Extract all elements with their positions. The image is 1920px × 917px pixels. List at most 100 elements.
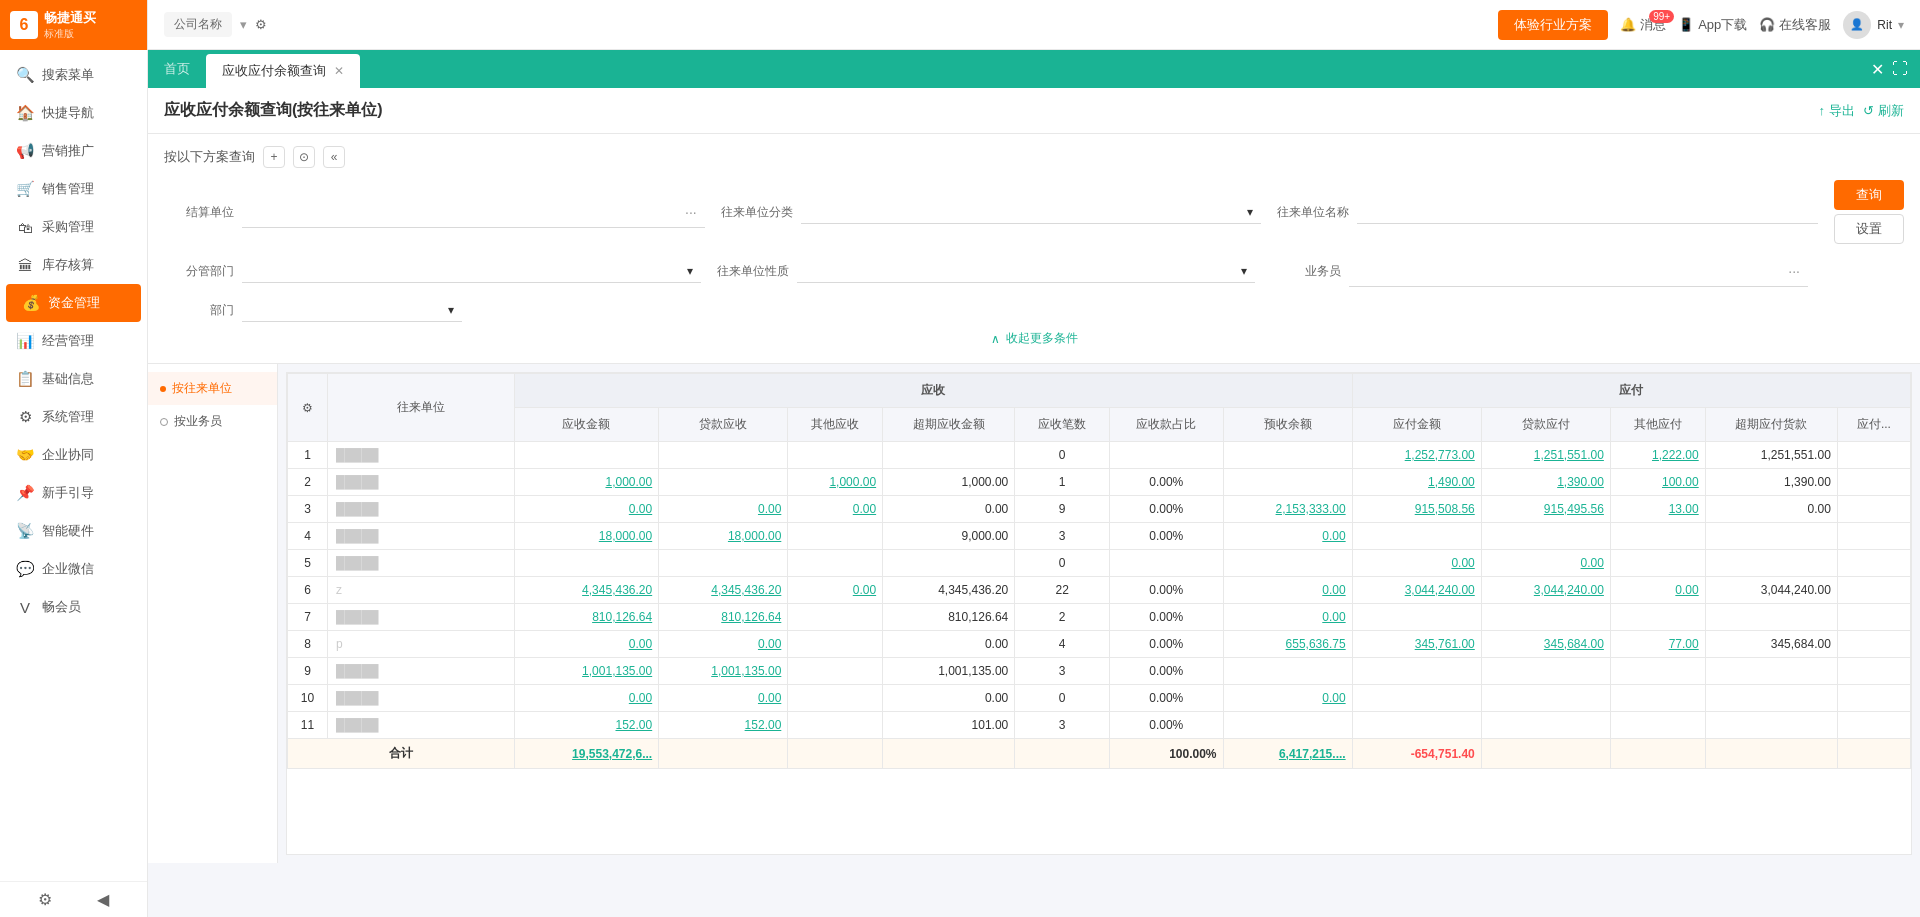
- total-ar-amount[interactable]: 19,553,472,6...: [514, 739, 659, 769]
- row-ap-loan[interactable]: 345,684.00: [1481, 631, 1610, 658]
- row-advance[interactable]: 2,153,333.00: [1223, 496, 1352, 523]
- tab-maximize-btn[interactable]: ⛶: [1892, 60, 1908, 78]
- row-ar-amount[interactable]: 0.00: [514, 496, 659, 523]
- collapse-more-btn[interactable]: ∧ 收起更多条件: [164, 322, 1904, 351]
- filter-add-btn[interactable]: +: [263, 146, 285, 168]
- unit-nature-select[interactable]: ▾: [797, 260, 1254, 283]
- row-ap-other[interactable]: 13.00: [1610, 496, 1705, 523]
- query-btn[interactable]: 查询: [1834, 180, 1904, 210]
- table-row: 10 █████ 0.00 0.00 0.00 0 0.00% 0.00: [288, 685, 1911, 712]
- row-ap-loan[interactable]: 3,044,240.00: [1481, 577, 1610, 604]
- table-settings-icon[interactable]: ⚙: [302, 401, 313, 415]
- sidebar-item-shortcut[interactable]: 🏠快捷导航: [0, 94, 147, 132]
- sidebar-item-vip[interactable]: V畅会员: [0, 588, 147, 626]
- total-advance[interactable]: 6,417,215....: [1223, 739, 1352, 769]
- row-ap-loan[interactable]: 0.00: [1481, 550, 1610, 577]
- settlement-unit-input[interactable]: [250, 201, 685, 223]
- app-download-btn[interactable]: 📱 App下载: [1678, 16, 1747, 34]
- settings-btn[interactable]: 设置: [1834, 214, 1904, 244]
- breadcrumb-arrow[interactable]: ▾: [240, 17, 247, 32]
- row-advance[interactable]: 0.00: [1223, 604, 1352, 631]
- filter-circle-btn[interactable]: ⊙: [293, 146, 315, 168]
- sidebar-item-finance[interactable]: 💰资金管理: [6, 284, 141, 322]
- sidebar-item-enterprise[interactable]: 🤝企业协同: [0, 436, 147, 474]
- row-ar-loan[interactable]: 18,000.00: [659, 523, 788, 550]
- sidebar-nav: 🔍搜索菜单🏠快捷导航📢营销推广🛒销售管理🛍采购管理🏛库存核算💰资金管理📊经营管理…: [0, 50, 147, 881]
- online-service-btn[interactable]: 🎧 在线客服: [1759, 16, 1831, 34]
- sidebar-item-warehouse[interactable]: 🏛库存核算: [0, 246, 147, 284]
- row-ar-other[interactable]: 1,000.00: [788, 469, 883, 496]
- row-ar-loan[interactable]: 152.00: [659, 712, 788, 739]
- row-ar-amount[interactable]: 4,345,436.20: [514, 577, 659, 604]
- row-ar-loan[interactable]: 810,126.64: [659, 604, 788, 631]
- row-ar-loan[interactable]: 0.00: [659, 685, 788, 712]
- row-ap-amount[interactable]: 345,761.00: [1352, 631, 1481, 658]
- row-ar-amount[interactable]: 1,001,135.00: [514, 658, 659, 685]
- row-ar-loan[interactable]: 1,001,135.00: [659, 658, 788, 685]
- dept-select[interactable]: ▾: [242, 260, 701, 283]
- row-advance[interactable]: 0.00: [1223, 523, 1352, 550]
- row-ar-loan[interactable]: 0.00: [659, 631, 788, 658]
- sidebar-item-search[interactable]: 🔍搜索菜单: [0, 56, 147, 94]
- row-ar-loan[interactable]: 0.00: [659, 496, 788, 523]
- th-settings[interactable]: ⚙: [288, 374, 328, 442]
- row-ap-other[interactable]: 0.00: [1610, 577, 1705, 604]
- row-ap-amount[interactable]: 0.00: [1352, 550, 1481, 577]
- th-ar-loan: 贷款应收: [659, 408, 788, 442]
- industry-solution-btn[interactable]: 体验行业方案: [1498, 10, 1608, 40]
- sidebar-item-marketing[interactable]: 📢营销推广: [0, 132, 147, 170]
- sidebar-item-operation[interactable]: 📊经营管理: [0, 322, 147, 360]
- row-advance[interactable]: 655,636.75: [1223, 631, 1352, 658]
- row-ap-loan[interactable]: 1,251,551.00: [1481, 442, 1610, 469]
- row-ar-amount[interactable]: 0.00: [514, 631, 659, 658]
- row-ar-loan[interactable]: 4,345,436.20: [659, 577, 788, 604]
- filter-collapse-btn[interactable]: «: [323, 146, 345, 168]
- row-ap-other[interactable]: 1,222.00: [1610, 442, 1705, 469]
- row-advance[interactable]: 0.00: [1223, 577, 1352, 604]
- sidebar-item-basic[interactable]: 📋基础信息: [0, 360, 147, 398]
- refresh-btn[interactable]: ↺ 刷新: [1863, 102, 1904, 120]
- settlement-unit-dots[interactable]: ···: [685, 204, 697, 220]
- sidebar-settings-btn[interactable]: ⚙: [38, 890, 52, 909]
- unit-category-select[interactable]: ▾: [801, 201, 1262, 224]
- tab-ar-query-close[interactable]: ✕: [334, 64, 344, 78]
- nav-by-salesperson[interactable]: 按业务员: [148, 405, 277, 438]
- sidebar-collapse-btn[interactable]: ◀: [97, 890, 109, 909]
- row-ap-other[interactable]: 100.00: [1610, 469, 1705, 496]
- user-menu[interactable]: 👤 Rit ▾: [1843, 11, 1904, 39]
- row-ar-amount[interactable]: 18,000.00: [514, 523, 659, 550]
- row-ar-other: [788, 523, 883, 550]
- gear-icon[interactable]: ⚙: [255, 17, 267, 32]
- sidebar-item-wechat[interactable]: 💬企业微信: [0, 550, 147, 588]
- row-ar-other[interactable]: 0.00: [788, 496, 883, 523]
- row-ar-amount[interactable]: 152.00: [514, 712, 659, 739]
- sidebar-item-system[interactable]: ⚙系统管理: [0, 398, 147, 436]
- salesperson-dots[interactable]: ···: [1788, 263, 1800, 279]
- row-ap-loan[interactable]: 1,390.00: [1481, 469, 1610, 496]
- row-ap-amount[interactable]: 915,508.56: [1352, 496, 1481, 523]
- row-ar-amount[interactable]: 810,126.64: [514, 604, 659, 631]
- row-ap-loan[interactable]: 915,495.56: [1481, 496, 1610, 523]
- notifications-btn[interactable]: 🔔 消息 99+: [1620, 16, 1666, 34]
- unit-name-input[interactable]: [1357, 201, 1818, 224]
- row-ar-other[interactable]: 0.00: [788, 577, 883, 604]
- tab-close-all-btn[interactable]: ✕: [1871, 60, 1884, 79]
- row-ar-amount[interactable]: 0.00: [514, 685, 659, 712]
- row-ap-amount[interactable]: 1,490.00: [1352, 469, 1481, 496]
- sidebar-item-purchase[interactable]: 🛍采购管理: [0, 208, 147, 246]
- export-btn[interactable]: ↑ 导出: [1819, 102, 1856, 120]
- salesperson-input[interactable]: [1357, 260, 1789, 282]
- row-ar-amount[interactable]: 1,000.00: [514, 469, 659, 496]
- row-ap-other[interactable]: 77.00: [1610, 631, 1705, 658]
- nav-by-unit[interactable]: 按往来单位: [148, 372, 277, 405]
- tab-ar-query[interactable]: 应收应付余额查询 ✕: [206, 54, 360, 88]
- row-ap-amount[interactable]: 1,252,773.00: [1352, 442, 1481, 469]
- company-name[interactable]: 公司名称: [164, 12, 232, 37]
- sidebar-item-hardware[interactable]: 📡智能硬件: [0, 512, 147, 550]
- row-advance[interactable]: 0.00: [1223, 685, 1352, 712]
- department-select[interactable]: ▾: [242, 299, 462, 322]
- sidebar-item-sales[interactable]: 🛒销售管理: [0, 170, 147, 208]
- row-ap-amount[interactable]: 3,044,240.00: [1352, 577, 1481, 604]
- sidebar-item-guide[interactable]: 📌新手引导: [0, 474, 147, 512]
- tab-home[interactable]: 首页: [148, 50, 206, 88]
